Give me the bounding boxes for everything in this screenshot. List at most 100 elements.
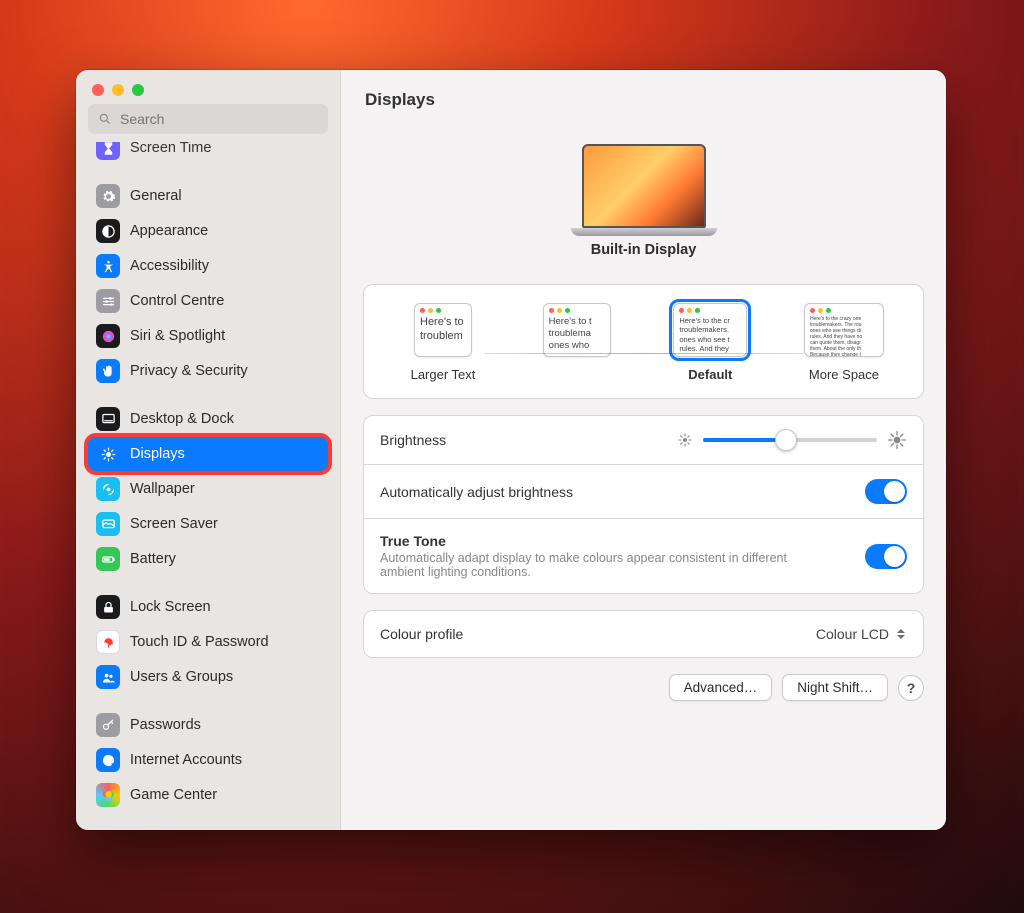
colour-profile-row[interactable]: Colour profile Colour LCD [364,611,923,657]
sidebar-item-label: Desktop & Dock [130,411,234,427]
brightness-low-icon [677,432,693,448]
footer-buttons: Advanced… Night Shift… ? [363,674,924,701]
resolution-thumb-icon: Here's to troublem [414,303,472,357]
colour-profile-label: Colour profile [380,626,463,642]
screensaver-icon [96,512,120,536]
sidebar-item-appearance[interactable]: Appearance [88,214,328,248]
resolution-option-label: Larger Text [411,367,476,382]
night-shift-button[interactable]: Night Shift… [782,674,888,701]
true-tone-description: Automatically adapt display to make colo… [380,551,810,579]
sidebar-item-label: Screen Saver [130,516,218,532]
main-pane: Displays Built-in Display Here's to trou… [341,70,946,830]
sidebar-item-label: Appearance [130,223,208,239]
sidebar-item-users-groups[interactable]: Users & Groups [88,660,328,694]
true-tone-row: True Tone Automatically adapt display to… [364,518,923,593]
sidebar-item-privacy-security[interactable]: Privacy & Security [88,354,328,388]
battery-icon [96,547,120,571]
search-field[interactable] [118,110,318,128]
appearance-icon [96,219,120,243]
auto-brightness-toggle[interactable] [865,479,907,504]
brightness-label: Brightness [380,432,446,448]
colour-profile-select[interactable]: Colour LCD [816,625,907,643]
colour-profile-value: Colour LCD [816,626,889,642]
sidebar-item-general[interactable]: General [88,179,328,213]
sidebar-item-label: Privacy & Security [130,363,248,379]
search-input[interactable] [88,104,328,134]
resolution-option-more[interactable]: Here's to the crazy one troublemakers. T… [799,303,889,382]
window-controls [76,70,340,104]
fingerprint-icon [96,630,120,654]
resolution-panel: Here's to troublem Larger Text Here's to… [363,284,924,399]
sidebar: Screen Time General Appearance Accessibilit… [76,70,341,830]
hand-icon [96,359,120,383]
resolution-option-label: Default [688,367,732,382]
at-icon [96,748,120,772]
help-button[interactable]: ? [898,675,924,701]
brightness-slider-fill [703,438,787,442]
sidebar-item-screen-time[interactable]: Screen Time [88,142,328,165]
chevron-up-down-icon [895,625,907,643]
wallpaper-icon [96,477,120,501]
sidebar-item-label: Lock Screen [130,599,211,615]
sidebar-item-touch-id-password[interactable]: Touch ID & Password [88,625,328,659]
true-tone-label: True Tone Automatically adapt display to… [380,533,810,579]
sidebar-item-label: Battery [130,551,176,567]
gear-icon [96,184,120,208]
sidebar-item-label: Control Centre [130,293,224,309]
sidebar-item-passwords[interactable]: Passwords [88,708,328,742]
fullscreen-icon[interactable] [132,84,144,96]
sidebar-item-label: Internet Accounts [130,752,242,768]
display-name: Built-in Display [363,242,924,258]
close-icon[interactable] [92,84,104,96]
resolution-option-larger[interactable]: Here's to troublem Larger Text [398,303,488,382]
resolution-option-label: More Space [809,367,879,382]
sidebar-item-internet-accounts[interactable]: Internet Accounts [88,743,328,777]
dock-icon [96,407,120,431]
sidebar-item-accessibility[interactable]: Accessibility [88,249,328,283]
sidebar-item-desktop-dock[interactable]: Desktop & Dock [88,402,328,436]
sidebar-item-siri-spotlight[interactable]: Siri & Spotlight [88,319,328,353]
resolution-option-default[interactable]: Here's to the cr troublemakers. ones who… [665,303,755,382]
sidebar-item-wallpaper[interactable]: Wallpaper [88,472,328,506]
brightness-slider-knob[interactable] [775,429,797,451]
true-tone-toggle[interactable] [865,544,907,569]
resolution-option-mid[interactable]: Here's to t troublema ones who [532,303,622,382]
display-hero: Built-in Display [363,114,924,268]
accessibility-icon [96,254,120,278]
system-settings-window: Screen Time General Appearance Accessibilit… [76,70,946,830]
sidebar-item-lock-screen[interactable]: Lock Screen [88,590,328,624]
advanced-button[interactable]: Advanced… [669,674,773,701]
page-title: Displays [341,70,946,114]
sidebar-item-label: Accessibility [130,258,209,274]
colour-profile-panel: Colour profile Colour LCD [363,610,924,658]
resolution-thumb-icon: Here's to the crazy one troublemakers. T… [804,303,884,357]
resolution-option-label [575,367,579,382]
brightness-high-icon [887,430,907,450]
brightness-slider[interactable] [703,438,877,442]
sidebar-item-screen-saver[interactable]: Screen Saver [88,507,328,541]
key-icon [96,713,120,737]
display-settings-panel: Brightness Automatically adjust brightne… [363,415,924,594]
gamecenter-icon [96,783,120,807]
sidebar-item-label: Displays [130,446,185,462]
users-icon [96,665,120,689]
auto-brightness-label: Automatically adjust brightness [380,484,573,500]
sidebar-item-label: Game Center [130,787,217,803]
laptop-icon [571,144,717,236]
resolution-thumb-icon: Here's to t troublema ones who [543,303,611,357]
sidebar-list: Screen Time General Appearance Accessibilit… [76,142,340,812]
sidebar-item-battery[interactable]: Battery [88,542,328,576]
lock-icon [96,595,120,619]
sidebar-item-game-center[interactable]: Game Center [88,778,328,812]
sidebar-item-label: Wallpaper [130,481,195,497]
sidebar-item-label: General [130,188,182,204]
sidebar-item-label: Siri & Spotlight [130,328,225,344]
brightness-icon [96,442,120,466]
sidebar-item-displays[interactable]: Displays [88,437,328,471]
auto-brightness-row: Automatically adjust brightness [364,464,923,518]
search-icon [98,112,112,126]
minimize-icon[interactable] [112,84,124,96]
sidebar-item-label: Touch ID & Password [130,634,269,650]
sidebar-item-label: Users & Groups [130,669,233,685]
sidebar-item-control-centre[interactable]: Control Centre [88,284,328,318]
